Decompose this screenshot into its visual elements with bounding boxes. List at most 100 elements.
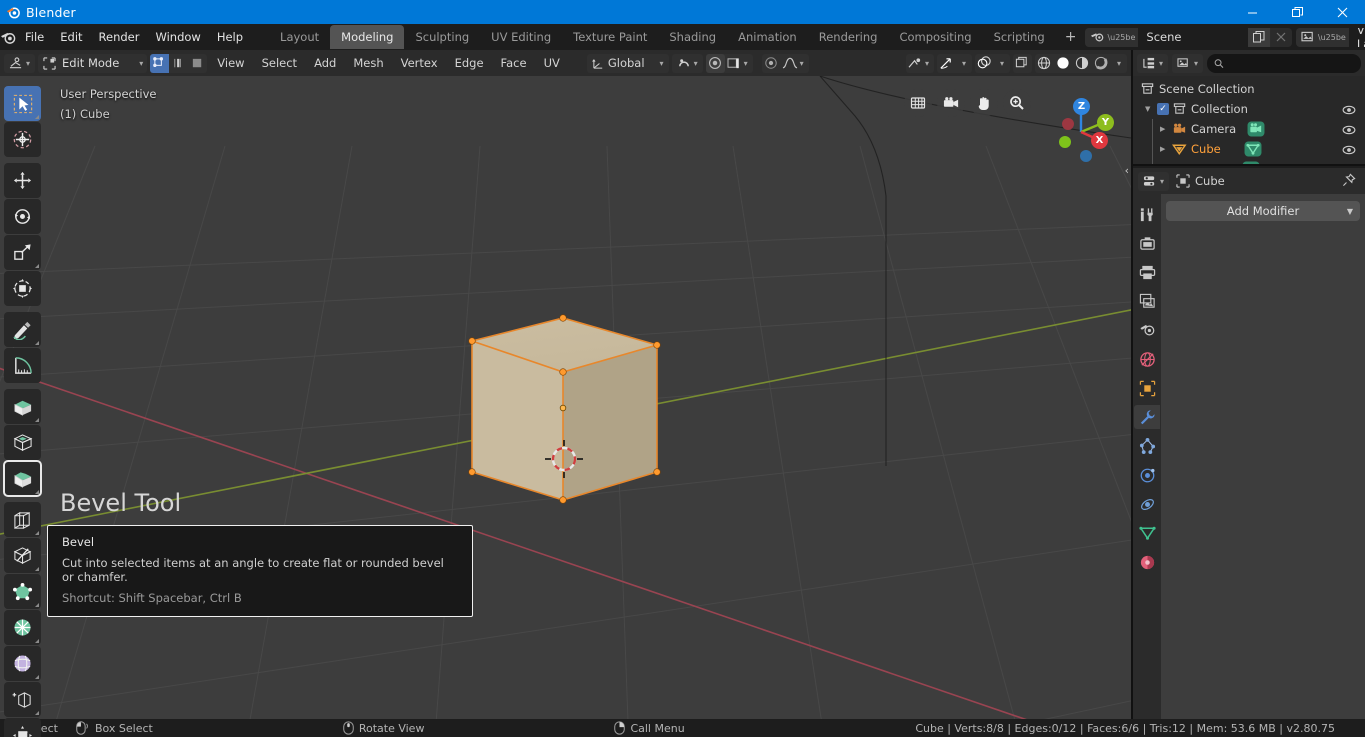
- smooth-tool[interactable]: [4, 646, 41, 681]
- annotate-tool[interactable]: [4, 312, 41, 347]
- outliner-row-scene-collection[interactable]: Scene Collection: [1133, 79, 1365, 99]
- toggle-camera-ortho-icon[interactable]: [904, 89, 932, 117]
- outliner-filter-icon[interactable]: ▾: [1172, 53, 1204, 73]
- workspace-tab-modeling[interactable]: Modeling: [330, 25, 405, 49]
- knife-tool[interactable]: [4, 538, 41, 573]
- menu-help[interactable]: Help: [209, 27, 251, 47]
- camera-expand-triangle-icon[interactable]: ▶: [1160, 125, 1172, 133]
- properties-tab-object[interactable]: [1134, 376, 1160, 400]
- rendered-shading-button[interactable]: [1092, 54, 1111, 73]
- mesh-data-icon[interactable]: [1244, 141, 1262, 157]
- properties-tab-data[interactable]: [1134, 521, 1160, 545]
- face-select-mode-button[interactable]: [188, 53, 208, 73]
- workspace-tab-shading[interactable]: Shading: [658, 25, 727, 49]
- properties-editor-icon[interactable]: ▾: [1138, 171, 1170, 191]
- transform-orientation-selector[interactable]: Global ▾: [586, 53, 669, 73]
- add-workspace-button[interactable]: +: [1056, 27, 1086, 47]
- scene-name-field[interactable]: Scene: [1138, 27, 1249, 47]
- properties-tab-modifier[interactable]: [1134, 405, 1160, 429]
- loop-cut-tool[interactable]: [4, 502, 41, 537]
- solid-shading-button[interactable]: [1054, 54, 1073, 73]
- scale-tool[interactable]: [4, 235, 41, 270]
- collection-checkbox[interactable]: ✓: [1157, 103, 1169, 115]
- menu-edit[interactable]: Edit: [52, 27, 90, 47]
- properties-tab-render[interactable]: [1134, 231, 1160, 255]
- outliner-row-cube[interactable]: ▶ Cube: [1133, 139, 1365, 159]
- outliner-row-camera[interactable]: ▶ Camera: [1133, 119, 1365, 139]
- gizmo-icon[interactable]: [937, 54, 956, 73]
- collection-expand-triangle-icon[interactable]: ▼: [1145, 105, 1157, 113]
- bevel-tool[interactable]: [3, 460, 42, 497]
- add-modifier-button[interactable]: Add Modifier ▼: [1166, 201, 1360, 221]
- workspace-tab-layout[interactable]: Layout: [269, 25, 330, 49]
- menu-window[interactable]: Window: [147, 27, 208, 47]
- scene-new-button[interactable]: [1248, 27, 1271, 47]
- zoom-view-icon[interactable]: [1003, 89, 1031, 117]
- menu-file[interactable]: File: [17, 27, 52, 47]
- workspace-tab-texture-paint[interactable]: Texture Paint: [562, 25, 658, 49]
- move-tool[interactable]: [4, 163, 41, 198]
- outliner-tree[interactable]: Scene Collection ▼ ✓ Collection ▶ Camera…: [1133, 76, 1365, 164]
- viewport-menu-add[interactable]: Add: [307, 53, 343, 73]
- rotate-tool[interactable]: [4, 199, 41, 234]
- select-box-tool[interactable]: [4, 122, 41, 157]
- tweak-tool[interactable]: [4, 86, 41, 121]
- properties-tab-view-layer[interactable]: [1134, 289, 1160, 313]
- view-layer-icon[interactable]: \u25be: [1295, 27, 1349, 47]
- extrude-region-tool[interactable]: [4, 389, 41, 424]
- smooth-falloff-icon[interactable]: [781, 54, 800, 73]
- window-minimize-button[interactable]: [1230, 0, 1275, 24]
- shear-tool[interactable]: [4, 718, 41, 737]
- properties-tab-output[interactable]: [1134, 260, 1160, 284]
- viewport-menu-uv[interactable]: UV: [537, 53, 567, 73]
- camera-data-icon[interactable]: [1247, 121, 1265, 137]
- measure-tool[interactable]: [4, 348, 41, 383]
- mode-selector[interactable]: Edit Mode ▾: [38, 53, 148, 73]
- menu-render[interactable]: Render: [91, 27, 148, 47]
- camera-view-icon[interactable]: [937, 89, 965, 117]
- viewport-menu-mesh[interactable]: Mesh: [346, 53, 390, 73]
- viewport-menu-edge[interactable]: Edge: [448, 53, 491, 73]
- gizmo-axis-z[interactable]: Z: [1073, 98, 1090, 115]
- workspace-tab-scripting[interactable]: Scripting: [983, 25, 1056, 49]
- wireframe-shading-button[interactable]: [1035, 54, 1054, 73]
- scene-icon[interactable]: \u25be: [1085, 27, 1139, 47]
- outliner-properties-divider[interactable]: [1131, 164, 1365, 166]
- viewport-menu-vertex[interactable]: Vertex: [394, 53, 445, 73]
- gizmo-axis-x[interactable]: X: [1091, 132, 1108, 149]
- outliner-search-box[interactable]: [1207, 53, 1361, 73]
- properties-tab-scene[interactable]: [1134, 318, 1160, 342]
- proportional-edit-icon[interactable]: [705, 53, 725, 73]
- inset-faces-tool[interactable]: [4, 425, 41, 460]
- viewport-menu-select[interactable]: Select: [255, 53, 304, 73]
- workspace-tab-uv-editing[interactable]: UV Editing: [480, 25, 562, 49]
- view-layer-name-field[interactable]: View Layer: [1348, 27, 1365, 47]
- edge-select-mode-button[interactable]: [169, 53, 189, 73]
- properties-tab-constraints[interactable]: [1134, 492, 1160, 516]
- properties-tab-tool[interactable]: [1134, 202, 1160, 226]
- move-view-icon[interactable]: [970, 89, 998, 117]
- viewport-axis-gizmo[interactable]: Z Y X: [1041, 84, 1121, 164]
- properties-tab-material[interactable]: [1134, 550, 1160, 574]
- material-preview-shading-button[interactable]: [1073, 54, 1092, 73]
- viewport-menu-view[interactable]: View: [210, 53, 251, 73]
- outliner-row-collection[interactable]: ▼ ✓ Collection: [1133, 99, 1365, 119]
- overlays-icon[interactable]: [975, 54, 994, 73]
- transform-tool[interactable]: [4, 271, 41, 306]
- pin-icon[interactable]: [1342, 172, 1360, 191]
- object-visibility-icon[interactable]: [906, 54, 925, 73]
- proportional-falloff-button[interactable]: [725, 54, 744, 73]
- blender-menu-icon[interactable]: [0, 24, 17, 50]
- properties-tab-particles[interactable]: [1134, 434, 1160, 458]
- window-restore-button[interactable]: [1275, 0, 1320, 24]
- window-close-button[interactable]: [1320, 0, 1365, 24]
- editor-type-3dview-icon[interactable]: ▾: [4, 53, 36, 73]
- snapping-button[interactable]: ▾: [671, 53, 703, 73]
- properties-tab-physics[interactable]: [1134, 463, 1160, 487]
- outliner-display-mode-icon[interactable]: ▾: [1137, 53, 1169, 73]
- workspace-tab-compositing[interactable]: Compositing: [888, 25, 982, 49]
- workspace-tab-rendering[interactable]: Rendering: [808, 25, 889, 49]
- workspace-tab-sculpting[interactable]: Sculpting: [404, 25, 480, 49]
- workspace-tab-animation[interactable]: Animation: [727, 25, 808, 49]
- poly-build-tool[interactable]: [4, 574, 41, 609]
